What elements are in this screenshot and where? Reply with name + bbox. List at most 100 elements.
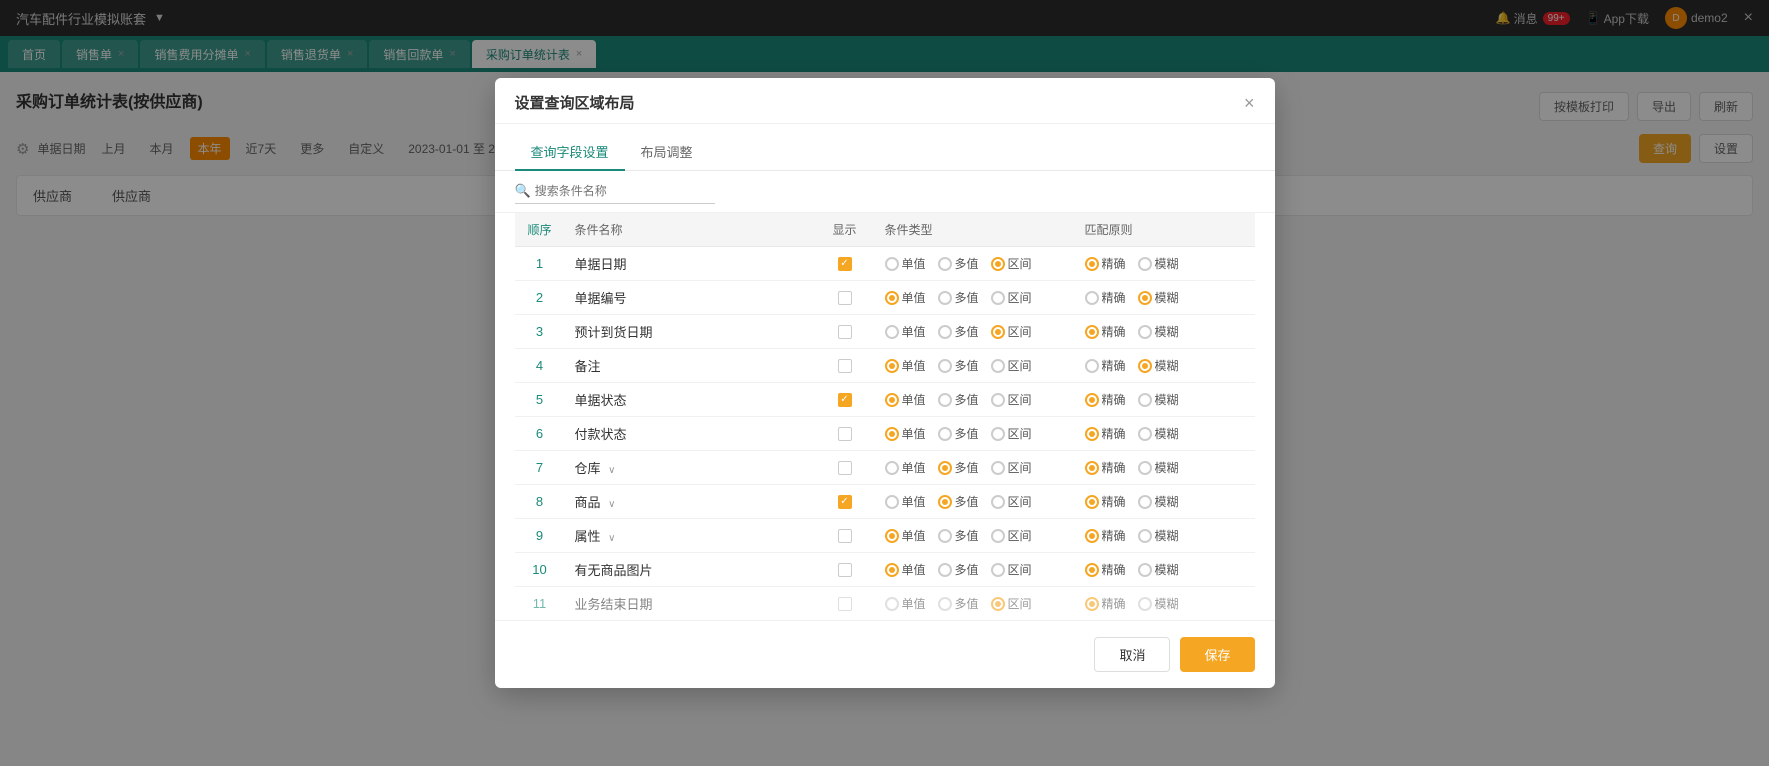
type-radio-item[interactable]: 单值: [885, 323, 926, 340]
cell-display[interactable]: [815, 485, 875, 519]
match-radio-item[interactable]: 精确: [1085, 289, 1126, 306]
match-radio-item[interactable]: 精确: [1085, 391, 1126, 408]
match-radio-item[interactable]: 模糊: [1138, 561, 1179, 578]
type-radio-item[interactable]: 区间: [991, 323, 1032, 340]
type-radio-item[interactable]: 单值: [885, 255, 926, 272]
radio-circle: [1138, 495, 1152, 509]
display-checkbox[interactable]: [838, 529, 852, 543]
cell-display[interactable]: [815, 451, 875, 485]
match-radio-item[interactable]: 精确: [1085, 357, 1126, 374]
match-radio-item[interactable]: 精确: [1085, 323, 1126, 340]
match-radio-item[interactable]: 精确: [1085, 561, 1126, 578]
match-radio-item[interactable]: 精确: [1085, 459, 1126, 476]
save-button[interactable]: 保存: [1180, 637, 1254, 672]
cell-display[interactable]: [815, 281, 875, 315]
radio-circle: [938, 291, 952, 305]
display-checkbox[interactable]: [838, 427, 852, 441]
config-table: 顺序 条件名称 显示 条件类型 匹配原则 1单据日期单值多值区间精确模糊2单据编…: [515, 213, 1255, 620]
cell-display[interactable]: [815, 587, 875, 621]
type-radio-item[interactable]: 单值: [885, 561, 926, 578]
display-checkbox[interactable]: [838, 257, 852, 271]
cell-display[interactable]: [815, 417, 875, 451]
match-radio-item[interactable]: 精确: [1085, 255, 1126, 272]
cell-display[interactable]: [815, 349, 875, 383]
match-radio-item[interactable]: 精确: [1085, 493, 1126, 510]
type-radio-item[interactable]: 多值: [938, 561, 979, 578]
display-checkbox[interactable]: [838, 563, 852, 577]
type-radio-item[interactable]: 多值: [938, 323, 979, 340]
radio-circle: [938, 461, 952, 475]
match-radio-item[interactable]: 模糊: [1138, 255, 1179, 272]
type-radio-item[interactable]: 区间: [991, 459, 1032, 476]
cancel-button[interactable]: 取消: [1094, 637, 1170, 672]
radio-label: 模糊: [1155, 595, 1179, 612]
type-radio-item[interactable]: 单值: [885, 391, 926, 408]
radio-circle: [1085, 359, 1099, 373]
cell-display[interactable]: [815, 247, 875, 281]
display-checkbox[interactable]: [838, 597, 852, 611]
type-radio-item[interactable]: 多值: [938, 289, 979, 306]
type-radio-item[interactable]: 区间: [991, 425, 1032, 442]
match-radio-item[interactable]: 模糊: [1138, 459, 1179, 476]
type-radio-item[interactable]: 单值: [885, 493, 926, 510]
type-radio-item[interactable]: 区间: [991, 289, 1032, 306]
tab-layout-adjust[interactable]: 布局调整: [625, 134, 709, 171]
display-checkbox[interactable]: [838, 393, 852, 407]
match-radio-item[interactable]: 模糊: [1138, 595, 1179, 612]
display-checkbox[interactable]: [838, 495, 852, 509]
radio-label: 区间: [1008, 561, 1032, 578]
match-radio-item[interactable]: 精确: [1085, 425, 1126, 442]
radio-circle: [991, 529, 1005, 543]
cell-display[interactable]: [815, 383, 875, 417]
table-row: 10有无商品图片单值多值区间精确模糊: [515, 553, 1255, 587]
type-radio-item[interactable]: 多值: [938, 459, 979, 476]
type-radio-item[interactable]: 多值: [938, 527, 979, 544]
type-radio-item[interactable]: 单值: [885, 425, 926, 442]
match-radio-item[interactable]: 模糊: [1138, 493, 1179, 510]
cell-name: 付款状态: [565, 417, 815, 451]
type-radio-group: 单值多值区间: [885, 527, 1065, 544]
radio-circle: [885, 257, 899, 271]
match-radio-item[interactable]: 模糊: [1138, 391, 1179, 408]
type-radio-item[interactable]: 单值: [885, 459, 926, 476]
type-radio-item[interactable]: 单值: [885, 289, 926, 306]
type-radio-item[interactable]: 单值: [885, 357, 926, 374]
type-radio-item[interactable]: 区间: [991, 595, 1032, 612]
type-radio-item[interactable]: 区间: [991, 527, 1032, 544]
type-radio-item[interactable]: 区间: [991, 391, 1032, 408]
type-radio-item[interactable]: 区间: [991, 561, 1032, 578]
cell-display[interactable]: [815, 519, 875, 553]
radio-circle: [1138, 325, 1152, 339]
type-radio-item[interactable]: 多值: [938, 595, 979, 612]
type-radio-item[interactable]: 多值: [938, 425, 979, 442]
cell-display[interactable]: [815, 553, 875, 587]
cell-display[interactable]: [815, 315, 875, 349]
cell-order: 11: [515, 587, 565, 621]
type-radio-group: 单值多值区间: [885, 357, 1065, 374]
display-checkbox[interactable]: [838, 291, 852, 305]
type-radio-item[interactable]: 区间: [991, 357, 1032, 374]
type-radio-item[interactable]: 多值: [938, 357, 979, 374]
type-radio-item[interactable]: 单值: [885, 527, 926, 544]
type-radio-item[interactable]: 多值: [938, 391, 979, 408]
display-checkbox[interactable]: [838, 461, 852, 475]
display-checkbox[interactable]: [838, 325, 852, 339]
match-radio-item[interactable]: 模糊: [1138, 527, 1179, 544]
table-row: 6付款状态单值多值区间精确模糊: [515, 417, 1255, 451]
type-radio-item[interactable]: 多值: [938, 493, 979, 510]
radio-label: 区间: [1008, 289, 1032, 306]
dialog-close-button[interactable]: ×: [1244, 94, 1255, 112]
match-radio-item[interactable]: 精确: [1085, 527, 1126, 544]
match-radio-item[interactable]: 精确: [1085, 595, 1126, 612]
type-radio-item[interactable]: 单值: [885, 595, 926, 612]
tab-query-field-setting[interactable]: 查询字段设置: [515, 134, 625, 171]
type-radio-item[interactable]: 多值: [938, 255, 979, 272]
type-radio-item[interactable]: 区间: [991, 493, 1032, 510]
display-checkbox[interactable]: [838, 359, 852, 373]
search-input[interactable]: [535, 184, 695, 198]
match-radio-item[interactable]: 模糊: [1138, 357, 1179, 374]
match-radio-item[interactable]: 模糊: [1138, 425, 1179, 442]
match-radio-item[interactable]: 模糊: [1138, 289, 1179, 306]
type-radio-item[interactable]: 区间: [991, 255, 1032, 272]
match-radio-item[interactable]: 模糊: [1138, 323, 1179, 340]
